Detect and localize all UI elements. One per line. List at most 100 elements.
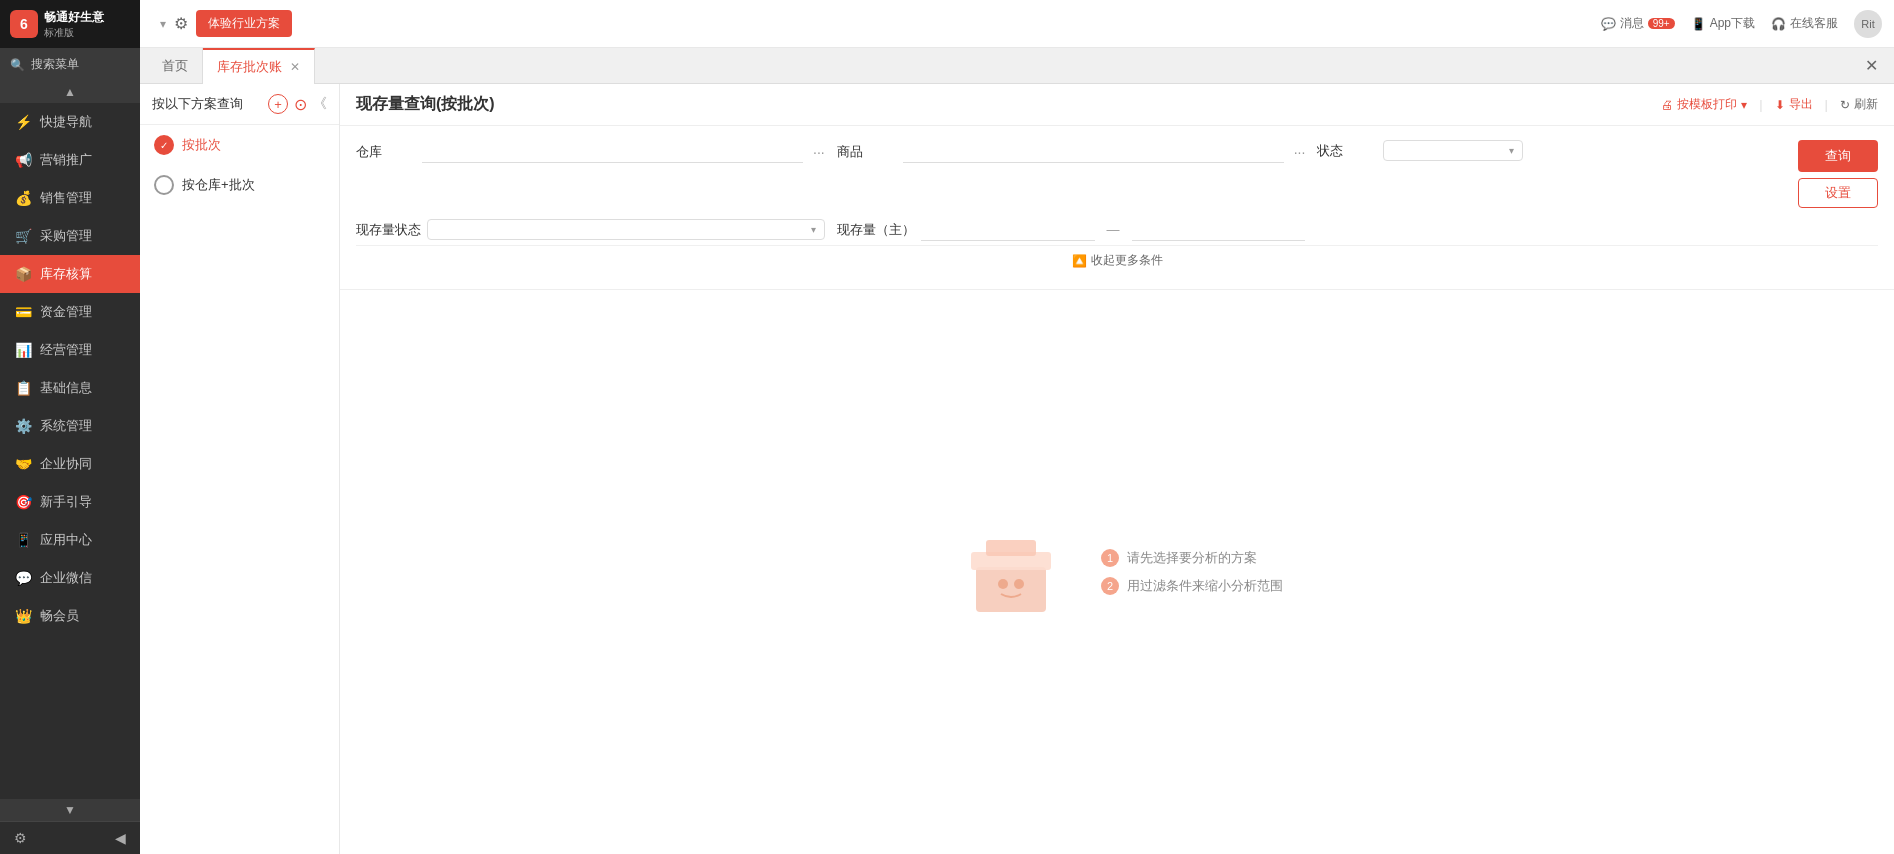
action-separator-2: | bbox=[1825, 97, 1828, 112]
sidebar-item-label: 营销推广 bbox=[40, 151, 92, 169]
collapse-filters-btn[interactable]: 🔼 收起更多条件 bbox=[356, 245, 1878, 275]
sidebar-item-apps[interactable]: 📱 应用中心 bbox=[0, 521, 140, 559]
stock-status-select[interactable]: ▾ bbox=[427, 219, 825, 240]
print-btn[interactable]: 🖨 按模板打印 ▾ bbox=[1661, 96, 1747, 113]
empty-box-svg bbox=[961, 522, 1061, 622]
sidebar-item-operations[interactable]: 📊 经营管理 bbox=[0, 331, 140, 369]
stock-qty-min-input[interactable] bbox=[921, 218, 1095, 241]
sidebar-footer: ⚙ ◀ bbox=[0, 821, 140, 854]
sidebar-item-label: 库存核算 bbox=[40, 265, 92, 283]
tab-inventory-batch[interactable]: 库存批次账 ✕ bbox=[203, 48, 315, 84]
tab-panel-close-icon[interactable]: ✕ bbox=[1857, 56, 1886, 75]
stock-qty-label: 现存量（主） bbox=[837, 221, 915, 239]
wechat-icon: 💬 bbox=[14, 569, 32, 587]
action-separator-1: | bbox=[1759, 97, 1762, 112]
purchase-icon: 🛒 bbox=[14, 227, 32, 245]
hint1-num: 1 bbox=[1101, 549, 1119, 567]
marketing-icon: 📢 bbox=[14, 151, 32, 169]
messages-label: 消息 bbox=[1620, 15, 1644, 32]
sidebar-item-label: 基础信息 bbox=[40, 379, 92, 397]
topbar-settings-icon[interactable]: ⚙ bbox=[174, 14, 188, 33]
sidebar-item-label: 经营管理 bbox=[40, 341, 92, 359]
sidebar-settings-icon[interactable]: ⚙ bbox=[14, 830, 27, 846]
page-title-actions: 🖨 按模板打印 ▾ | ⬇ 导出 | ↻ 刷新 bbox=[1661, 96, 1878, 113]
svg-rect-2 bbox=[986, 540, 1036, 556]
refresh-btn[interactable]: ↻ 刷新 bbox=[1840, 96, 1878, 113]
trial-button[interactable]: 体验行业方案 bbox=[196, 10, 292, 37]
topbar-left: ▾ ⚙ 体验行业方案 bbox=[152, 10, 292, 37]
sidebar-item-sales[interactable]: 💰 销售管理 bbox=[0, 179, 140, 217]
operations-icon: 📊 bbox=[14, 341, 32, 359]
settings-button[interactable]: 设置 bbox=[1798, 178, 1878, 208]
warehouse-filter-label: 仓库 bbox=[356, 143, 416, 161]
tab-home-label: 首页 bbox=[162, 57, 188, 75]
search-icon: 🔍 bbox=[10, 58, 25, 72]
warehouse-filter-input[interactable] bbox=[422, 140, 803, 163]
sidebar-item-member[interactable]: 👑 畅会员 bbox=[0, 597, 140, 635]
export-label: 导出 bbox=[1789, 96, 1813, 113]
tab-close-icon[interactable]: ✕ bbox=[290, 60, 300, 74]
sidebar-item-guide[interactable]: 🎯 新手引导 bbox=[0, 483, 140, 521]
sidebar-collapse-icon[interactable]: ◀ bbox=[115, 830, 126, 846]
add-scheme-btn[interactable]: + bbox=[268, 94, 288, 114]
svg-point-3 bbox=[998, 579, 1008, 589]
export-btn[interactable]: ⬇ 导出 bbox=[1775, 96, 1813, 113]
app-logo: 6 bbox=[10, 10, 38, 38]
scheme-by-batch[interactable]: ✓ 按批次 bbox=[140, 125, 339, 165]
product-filter-label: 商品 bbox=[837, 143, 897, 161]
sidebar-item-wechat[interactable]: 💬 企业微信 bbox=[0, 559, 140, 597]
page-layout: 按以下方案查询 + ⊙ 《 ✓ 按批次 按仓库+批次 现存量查询(按批次) bbox=[140, 84, 1894, 854]
collapse-label: 收起更多条件 bbox=[1091, 252, 1163, 269]
finance-icon: 💳 bbox=[14, 303, 32, 321]
refresh-label: 刷新 bbox=[1854, 96, 1878, 113]
query-button[interactable]: 查询 bbox=[1798, 140, 1878, 172]
filter-area: 仓库 ··· 商品 ··· 状态 ▾ bbox=[340, 126, 1894, 290]
empty-hint-1: 1 请先选择要分析的方案 bbox=[1101, 549, 1283, 567]
sidebar-item-finance[interactable]: 💳 资金管理 bbox=[0, 293, 140, 331]
warehouse-filter-dots[interactable]: ··· bbox=[813, 144, 825, 160]
sidebar-item-quick-nav[interactable]: ⚡ 快捷导航 bbox=[0, 103, 140, 141]
sidebar-item-label: 快捷导航 bbox=[40, 113, 92, 131]
product-filter-input[interactable] bbox=[903, 140, 1284, 163]
online-support-btn[interactable]: 🎧 在线客服 bbox=[1771, 15, 1838, 32]
brand-edition: 标准版 bbox=[44, 26, 104, 40]
sidebar-item-inventory[interactable]: 📦 库存核算 bbox=[0, 255, 140, 293]
messages-btn[interactable]: 💬 消息 99+ bbox=[1601, 15, 1675, 32]
guide-icon: 🎯 bbox=[14, 493, 32, 511]
scheme-by-warehouse-batch[interactable]: 按仓库+批次 bbox=[140, 165, 339, 205]
base-icon: 📋 bbox=[14, 379, 32, 397]
sidebar-item-enterprise[interactable]: 🤝 企业协同 bbox=[0, 445, 140, 483]
sidebar-search[interactable]: 🔍 搜索菜单 bbox=[0, 48, 140, 81]
print-icon: 🖨 bbox=[1661, 98, 1673, 112]
sidebar-item-system[interactable]: ⚙️ 系统管理 bbox=[0, 407, 140, 445]
sidebar-item-base[interactable]: 📋 基础信息 bbox=[0, 369, 140, 407]
scheme-settings-icon[interactable]: ⊙ bbox=[294, 95, 307, 114]
stock-qty-max-input[interactable] bbox=[1132, 218, 1306, 241]
sidebar-item-marketing[interactable]: 📢 营销推广 bbox=[0, 141, 140, 179]
left-panel-collapse-icon[interactable]: 《 bbox=[313, 95, 327, 113]
download-icon: 📱 bbox=[1691, 17, 1706, 31]
sidebar-scroll-up[interactable]: ▲ bbox=[0, 81, 140, 103]
topbar: ▾ ⚙ 体验行业方案 💬 消息 99+ 📱 App下载 🎧 在线客服 Rit bbox=[140, 0, 1894, 48]
sidebar-scroll-down[interactable]: ▼ bbox=[0, 799, 140, 821]
left-panel: 按以下方案查询 + ⊙ 《 ✓ 按批次 按仓库+批次 bbox=[140, 84, 340, 854]
stock-status-label: 现存量状态 bbox=[356, 221, 421, 239]
messages-badge: 99+ bbox=[1648, 18, 1675, 29]
sidebar-item-label: 资金管理 bbox=[40, 303, 92, 321]
product-filter-dots[interactable]: ··· bbox=[1294, 144, 1306, 160]
status-filter-select[interactable]: ▾ bbox=[1383, 140, 1523, 161]
breadcrumb-dropdown-icon[interactable]: ▾ bbox=[160, 17, 166, 31]
sidebar-item-label: 畅会员 bbox=[40, 607, 79, 625]
sidebar-item-purchase[interactable]: 🛒 采购管理 bbox=[0, 217, 140, 255]
main-content: ▾ ⚙ 体验行业方案 💬 消息 99+ 📱 App下载 🎧 在线客服 Rit bbox=[140, 0, 1894, 854]
sidebar-item-label: 新手引导 bbox=[40, 493, 92, 511]
tab-home[interactable]: 首页 bbox=[148, 48, 203, 84]
user-avatar[interactable]: Rit bbox=[1854, 10, 1882, 38]
sidebar-nav: ⚡ 快捷导航 📢 营销推广 💰 销售管理 🛒 采购管理 📦 库存核算 💳 资金管… bbox=[0, 103, 140, 799]
app-download-btn[interactable]: 📱 App下载 bbox=[1691, 15, 1755, 32]
enterprise-icon: 🤝 bbox=[14, 455, 32, 473]
sidebar-item-label: 系统管理 bbox=[40, 417, 92, 435]
hint1-text: 请先选择要分析的方案 bbox=[1127, 549, 1257, 567]
empty-hint-2: 2 用过滤条件来缩小分析范围 bbox=[1101, 577, 1283, 595]
empty-state: 1 请先选择要分析的方案 2 用过滤条件来缩小分析范围 bbox=[340, 290, 1894, 854]
